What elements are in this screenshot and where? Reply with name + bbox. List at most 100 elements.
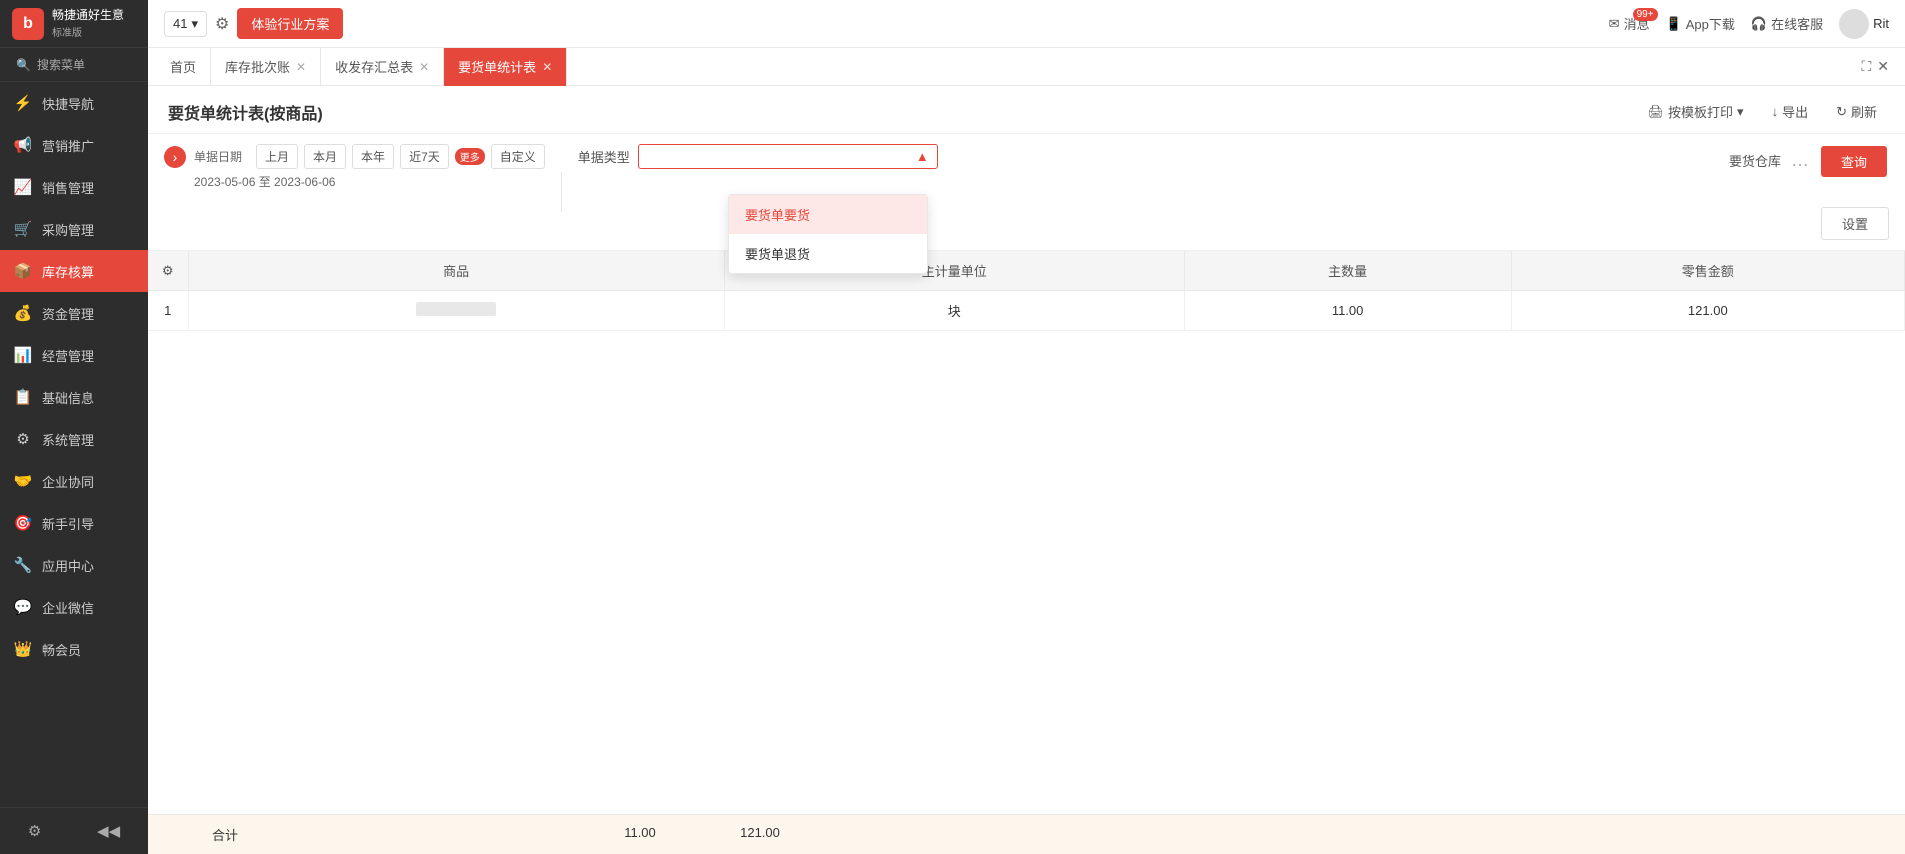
logo-text-area: 畅捷通好生意 标准版 [52,8,124,39]
sidebar-item-basic[interactable]: 📋 基础信息 [0,376,148,418]
date-btn-this-month[interactable]: 本月 [304,144,346,169]
tab-collect-summary-close[interactable]: ✕ [419,60,429,74]
col-amount: 零售金额 [1511,251,1904,291]
sidebar-item-guide[interactable]: 🎯 新手引导 [0,502,148,544]
sidebar-item-cooperation[interactable]: 🤝 企业协同 [0,460,148,502]
sidebar-item-label: 企业协同 [42,472,94,491]
export-button[interactable]: ↓ 导出 [1764,98,1817,125]
date-filter-label: 单据日期 [194,148,242,165]
sidebar: b 畅捷通好生意 标准版 🔍 搜索菜单 ⚡ 快捷导航 📢 营销推广 📈 销售管理… [0,0,148,854]
sidebar-item-label: 库存核算 [42,262,94,281]
footer-total-label: 合计 [200,825,580,844]
date-options-row: 单据日期 上月 本月 本年 近7天 更多 自定义 [194,144,545,169]
online-service-button[interactable]: 🎧 在线客服 [1751,14,1823,33]
dropdown-item-return-goods[interactable]: 要货单退货 [729,234,927,273]
tab-home-label: 首页 [170,57,196,76]
messages-button[interactable]: ✉ 消息 99+ [1609,14,1650,33]
row-no: 1 [148,291,188,331]
page-title: 要货单统计表(按商品) [168,100,323,124]
print-button[interactable]: 🖨 按模板打印 ▾ [1640,98,1752,125]
tab-close-all-icon[interactable]: ✕ [1877,58,1889,75]
tab-batch-account[interactable]: 库存批次账 ✕ [211,48,321,86]
sidebar-item-label: 畅会员 [42,640,81,659]
col-settings[interactable]: ⚙ [148,251,188,291]
sidebar-item-label: 新手引导 [42,514,94,533]
sidebar-item-label: 销售管理 [42,178,94,197]
product-placeholder [416,302,496,316]
tab-batch-account-close[interactable]: ✕ [296,60,306,74]
header-left: 41 ▾ ⚙ 体验行业方案 [164,8,343,39]
chevron-down-icon: ▾ [191,16,198,32]
sidebar-item-system[interactable]: ⚙ 系统管理 [0,418,148,460]
warehouse-more-icon[interactable]: … [1787,150,1813,171]
sidebar-item-label: 应用中心 [42,556,94,575]
table-row: 1 块 11.00 121.00 [148,291,1905,331]
cooperation-icon: 🤝 [12,470,34,492]
tab-collect-summary[interactable]: 收发存汇总表 ✕ [321,48,444,86]
sidebar-item-app-center[interactable]: 🔧 应用中心 [0,544,148,586]
collapse-icon[interactable]: ◀◀ [91,816,126,846]
tab-order-summary-label: 要货单统计表 [458,57,536,76]
dropdown-item-order-goods[interactable]: 要货单要货 [729,195,927,234]
header-settings-icon[interactable]: ⚙ [215,14,229,34]
trial-button[interactable]: 体验行业方案 [237,8,343,39]
sidebar-bottom: ⚙ ◀◀ [0,807,148,854]
sidebar-item-label: 营销推广 [42,136,94,155]
company-selector[interactable]: 41 ▾ [164,11,207,37]
refresh-button[interactable]: ↻ 刷新 [1828,98,1885,125]
query-button[interactable]: 查询 [1821,146,1887,177]
wechat-icon: 💬 [12,596,34,618]
type-filter-label: 单据类型 [578,147,630,166]
filter-expand-button[interactable]: › [164,146,186,168]
date-btn-7days[interactable]: 近7天 [400,144,449,169]
app-download-label: App下载 [1686,14,1735,33]
settings-bottom-icon[interactable]: ⚙ [22,816,47,846]
header-right: ✉ 消息 99+ 📱 App下载 🎧 在线客服 Rit [1609,9,1889,39]
messages-badge: 99+ [1633,8,1658,21]
sidebar-item-purchase[interactable]: 🛒 采购管理 [0,208,148,250]
sidebar-item-inventory[interactable]: 📦 库存核算 [0,250,148,292]
date-btn-last-month[interactable]: 上月 [256,144,298,169]
sidebar-item-marketing[interactable]: 📢 营销推广 [0,124,148,166]
user-avatar-area[interactable]: Rit [1839,9,1889,39]
app-center-icon: 🔧 [12,554,34,576]
sidebar-item-member[interactable]: 👑 畅会员 [0,628,148,670]
sidebar-item-finance[interactable]: 💰 资金管理 [0,292,148,334]
tab-collect-summary-label: 收发存汇总表 [335,57,413,76]
set-button[interactable]: 设置 [1821,207,1889,240]
sidebar-search[interactable]: 🔍 搜索菜单 [0,48,148,82]
col-product: 商品 [188,251,724,291]
warehouse-filter-group: 要货仓库 … [1729,150,1813,171]
column-settings-icon[interactable]: ⚙ [162,263,174,278]
warehouse-filter-label: 要货仓库 [1729,151,1781,170]
guide-icon: 🎯 [12,512,34,534]
sidebar-item-operation[interactable]: 📊 经营管理 [0,334,148,376]
logo-app-name: 畅捷通好生意 [52,8,124,24]
type-select-box[interactable]: ▲ [638,144,938,169]
date-more-badge[interactable]: 更多 [455,148,485,165]
type-filter-group: 单据类型 ▲ [578,144,1713,169]
sidebar-item-label: 基础信息 [42,388,94,407]
sidebar-item-quick-nav[interactable]: ⚡ 快捷导航 [0,82,148,124]
online-service-label: 在线客服 [1771,14,1823,33]
date-btn-custom[interactable]: 自定义 [491,144,545,169]
type-select-value [647,149,651,164]
tab-order-summary[interactable]: 要货单统计表 ✕ [444,48,567,86]
message-icon: ✉ [1609,16,1620,32]
footer-spacer [160,825,200,844]
sidebar-item-sales[interactable]: 📈 销售管理 [0,166,148,208]
tab-expand-icon[interactable]: ⛶ [1861,58,1871,75]
tab-home[interactable]: 首页 [156,48,211,86]
page-content: 要货单统计表(按商品) 🖨 按模板打印 ▾ ↓ 导出 ↻ 刷新 › [148,86,1905,854]
sidebar-item-label: 采购管理 [42,220,94,239]
sidebar-item-label: 资金管理 [42,304,94,323]
row-amount: 121.00 [1511,291,1904,331]
table-container: ⚙ 商品 主计量单位 主数量 零售金额 1 块 [148,251,1905,814]
table-footer: 合计 11.00 121.00 [148,814,1905,854]
tab-order-summary-close[interactable]: ✕ [542,60,552,74]
sidebar-item-wechat[interactable]: 💬 企业微信 [0,586,148,628]
app-download-button[interactable]: 📱 App下载 [1666,14,1735,33]
date-btn-this-year[interactable]: 本年 [352,144,394,169]
sidebar-item-label: 企业微信 [42,598,94,617]
logo-area: b 畅捷通好生意 标准版 [0,0,148,48]
